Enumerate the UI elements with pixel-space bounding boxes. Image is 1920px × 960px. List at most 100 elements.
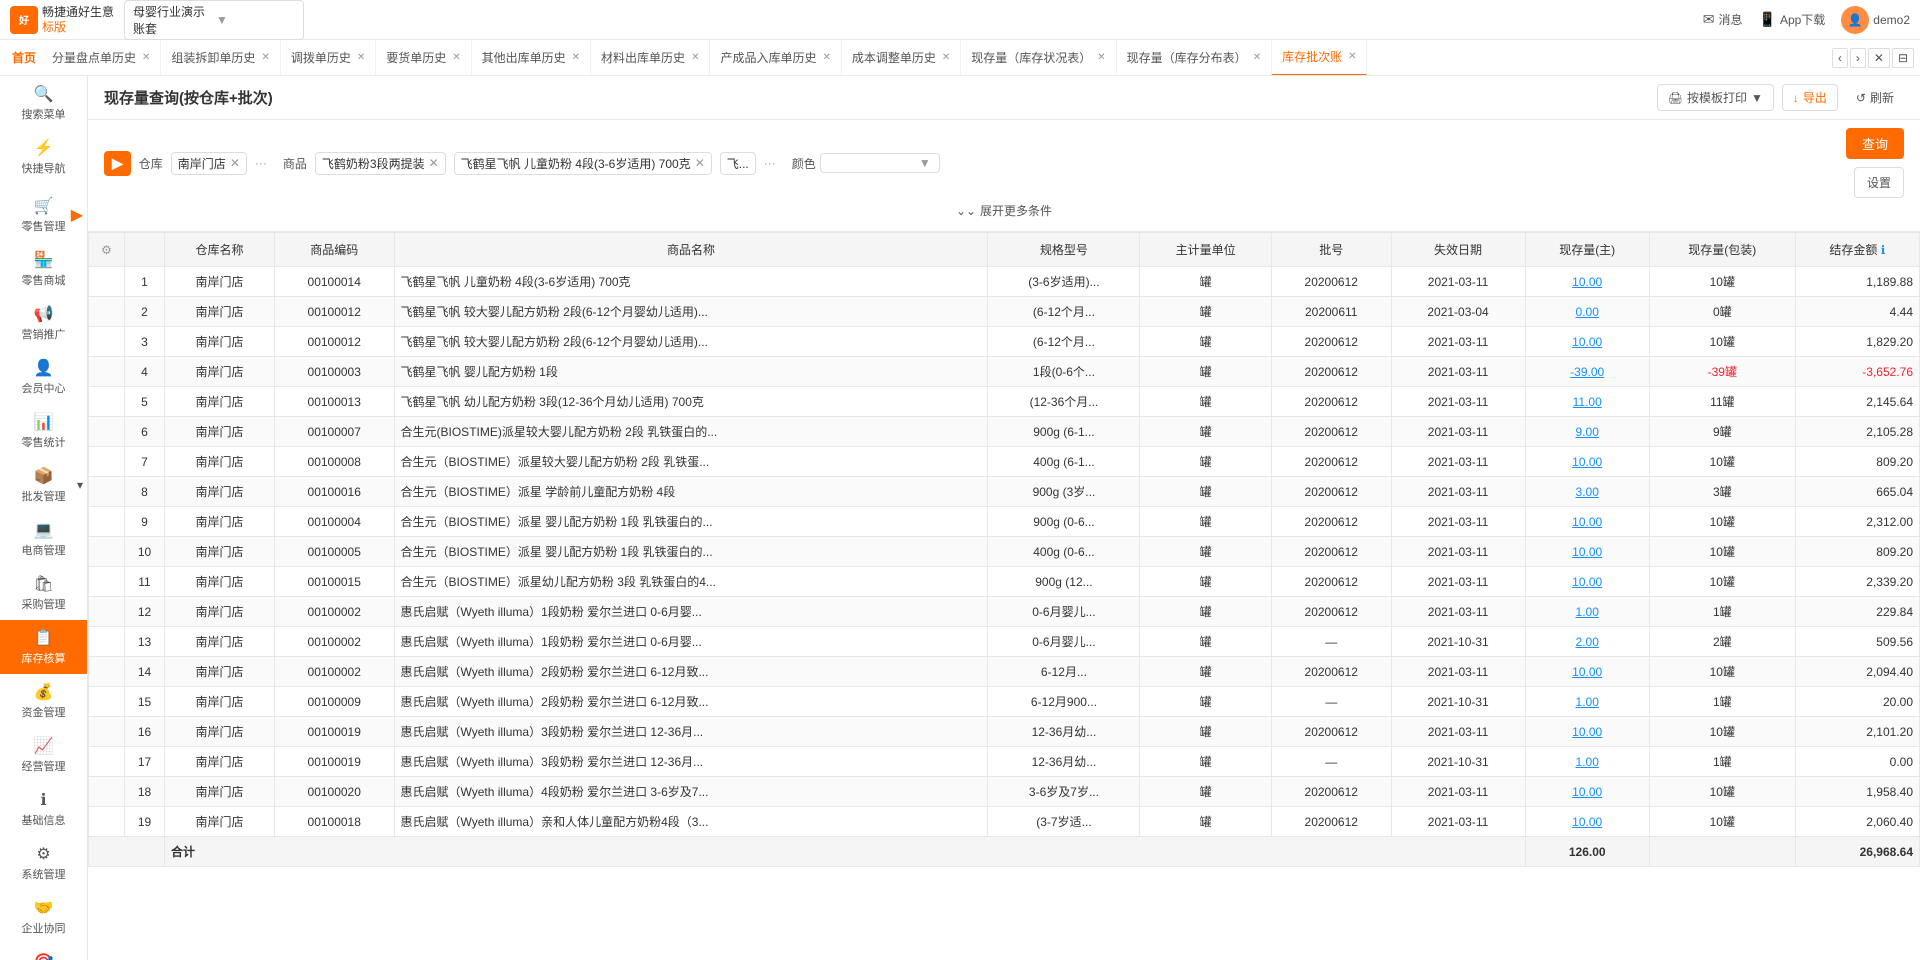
close-icon[interactable]: ✕ — [1097, 52, 1105, 63]
info-icon: ℹ — [40, 790, 46, 810]
tab-stock-dist[interactable]: 现存量（库存分布表）✕ — [1117, 40, 1272, 76]
color-filter: 颜色 ▼ — [792, 153, 940, 173]
footer-balance-total: 26,968.64 — [1795, 837, 1919, 867]
sidebar-item-guide[interactable]: 🎯 新手引导 — [0, 944, 87, 960]
tab-material-out[interactable]: 材料出库单历史✕ — [591, 40, 710, 76]
tab-product-in[interactable]: 产成品入库单历史✕ — [710, 40, 841, 76]
table-row: 2南岸门店00100012飞鹤星飞帆 较大婴儿配方奶粉 2段(6-12个月婴幼儿… — [89, 297, 1920, 327]
close-icon[interactable]: ✕ — [1348, 51, 1356, 62]
tab-yao-huo[interactable]: 要货单历史✕ — [376, 40, 471, 76]
th-no — [125, 233, 165, 267]
close-icon[interactable]: ✕ — [691, 52, 699, 63]
page-title: 现存量查询(按仓库+批次) — [104, 87, 273, 108]
export-icon: ↓ — [1793, 91, 1799, 105]
table-row: 19南岸门店00100018惠氏启赋（Wyeth illuma）亲和人体儿童配方… — [89, 807, 1920, 837]
message-icon: ✉ — [1703, 11, 1715, 28]
sidebar-item-shop[interactable]: 🏪 零售商城 — [0, 242, 87, 296]
remove-warehouse-icon[interactable]: ✕ — [230, 156, 240, 170]
sidebar-item-purchase[interactable]: 🛍 采购管理 — [0, 566, 87, 620]
sidebar-item-operations[interactable]: 📈 经营管理 — [0, 728, 87, 782]
sidebar-item-inventory[interactable]: 📋 库存核算 — [0, 620, 87, 674]
tab-right-arrow[interactable]: › — [1850, 48, 1866, 68]
close-icon[interactable]: ✕ — [261, 52, 269, 63]
app-download-button[interactable]: 📱 App下载 — [1759, 11, 1826, 28]
sidebar-item-member[interactable]: 👤 会员中心 — [0, 350, 87, 404]
close-icon[interactable]: ✕ — [942, 52, 950, 63]
print-button[interactable]: 🖨 按模板打印 ▼ — [1657, 84, 1774, 111]
tab-home[interactable]: 首页 — [6, 40, 42, 76]
footer-qty-total: 126.00 — [1525, 837, 1649, 867]
user-menu[interactable]: 👤 demo2 — [1841, 6, 1910, 34]
sidebar-item-collab[interactable]: 🤝 企业协同 — [0, 890, 87, 944]
color-dropdown[interactable]: ▼ — [820, 153, 940, 173]
settings-button[interactable]: 设置 — [1854, 167, 1904, 198]
tab-tiao-bo[interactable]: 调拨单历史✕ — [281, 40, 376, 76]
th-spec: 规格型号 — [988, 233, 1140, 267]
query-button[interactable]: 查询 — [1846, 128, 1904, 159]
remove-product1-icon[interactable]: ✕ — [429, 156, 439, 170]
close-icon[interactable]: ✕ — [452, 52, 460, 63]
data-table: ⚙ 仓库名称 商品编码 商品名称 规格型号 主计量单位 批号 失效日期 现存量(… — [88, 232, 1920, 867]
product-tag-2[interactable]: 飞鹤星飞帆 儿童奶粉 4段(3-6岁适用) 700克 ✕ — [454, 152, 712, 175]
close-icon[interactable]: ✕ — [822, 52, 830, 63]
ecom-icon: 💻 — [34, 520, 54, 540]
message-button[interactable]: ✉ 消息 — [1703, 11, 1743, 28]
content-area: 现存量查询(按仓库+批次) 🖨 按模板打印 ▼ ↓ 导出 ↺ 刷新 — [88, 76, 1920, 960]
warehouse-filter-label: 仓库 — [139, 155, 163, 172]
tab-left-arrow[interactable]: ‹ — [1832, 48, 1848, 68]
table-row: 15南岸门店00100009惠氏启赋（Wyeth illuma）2段奶粉 爱尔兰… — [89, 687, 1920, 717]
table-row: 10南岸门店00100005合生元（BIOSTIME）派星 婴儿配方奶粉 1段 … — [89, 537, 1920, 567]
table-row: 8南岸门店00100016合生元（BIOSTIME）派星 学龄前儿童配方奶粉 4… — [89, 477, 1920, 507]
close-icon[interactable]: ✕ — [142, 52, 150, 63]
table-footer-row: 合计 126.00 26,968.64 — [89, 837, 1920, 867]
chevron-down-icon: ▼ — [1751, 91, 1763, 105]
close-icon[interactable]: ✕ — [572, 52, 580, 63]
top-right: ✉ 消息 📱 App下载 👤 demo2 — [1703, 6, 1910, 34]
th-unit: 主计量单位 — [1140, 233, 1272, 267]
tab-fen-pan[interactable]: 分量盘点单历史✕ — [42, 40, 161, 76]
product-filter-ellipsis[interactable]: ··· — [764, 156, 776, 170]
filter-ellipsis[interactable]: ··· — [255, 156, 267, 170]
sidebar-item-wholesale[interactable]: 📦 批发管理 ▾ — [0, 458, 87, 512]
sidebar-item-search[interactable]: 🔍 搜索菜单 — [0, 76, 87, 130]
product-tag-more[interactable]: 飞... — [720, 152, 756, 175]
nav-tabs-row: 首页 分量盘点单历史✕ 组装拆卸单历史✕ 调拨单历史✕ 要货单历史✕ 其他出库单… — [0, 40, 1920, 76]
company-selector[interactable]: 母婴行业演示账套 ▼ — [124, 0, 304, 40]
warehouse-filter-tag[interactable]: 南岸门店 ✕ — [171, 152, 247, 175]
th-batch: 批号 — [1271, 233, 1391, 267]
tab-menu-btn[interactable]: ⊟ — [1892, 48, 1914, 68]
nav-icon: ⚡ — [34, 138, 54, 158]
filter-toggle-button[interactable]: ▶ — [104, 151, 131, 176]
table-body: 1南岸门店00100014飞鹤星飞帆 儿童奶粉 4段(3-6岁适用) 700克(… — [89, 267, 1920, 837]
sidebar-item-basic-info[interactable]: ℹ 基础信息 — [0, 782, 87, 836]
logo-icon: 好 — [10, 6, 38, 34]
sidebar-item-finance[interactable]: 💰 资金管理 — [0, 674, 87, 728]
export-button[interactable]: ↓ 导出 — [1782, 84, 1838, 111]
tab-other-out[interactable]: 其他出库单历史✕ — [472, 40, 591, 76]
th-settings[interactable]: ⚙ — [89, 233, 125, 267]
page-header: 现存量查询(按仓库+批次) 🖨 按模板打印 ▼ ↓ 导出 ↺ 刷新 — [88, 76, 1920, 120]
sidebar-item-system[interactable]: ⚙ 系统管理 — [0, 836, 87, 890]
sidebar-item-retail[interactable]: 🛒 零售管理 ▶ — [0, 188, 87, 242]
tab-close-btn[interactable]: ✕ — [1868, 48, 1890, 68]
settings-icon[interactable]: ⚙ — [101, 243, 112, 257]
close-icon[interactable]: ✕ — [357, 52, 365, 63]
table-header-row: ⚙ 仓库名称 商品编码 商品名称 规格型号 主计量单位 批号 失效日期 现存量(… — [89, 233, 1920, 267]
sidebar-item-ecom[interactable]: 💻 电商管理 — [0, 512, 87, 566]
tab-stock-batch[interactable]: 库存批次账✕ — [1272, 40, 1367, 76]
th-code: 商品编码 — [274, 233, 394, 267]
sidebar-item-nav[interactable]: ⚡ 快捷导航 — [0, 130, 87, 184]
tab-cost-adjust[interactable]: 成本调整单历史✕ — [842, 40, 961, 76]
tab-zu-zhuang[interactable]: 组装拆卸单历史✕ — [161, 40, 280, 76]
product-tag-1[interactable]: 飞鹤奶粉3段两提装 ✕ — [315, 152, 446, 175]
sidebar-item-marketing[interactable]: 📢 营销推广 — [0, 296, 87, 350]
page-actions: 🖨 按模板打印 ▼ ↓ 导出 ↺ 刷新 — [1657, 84, 1904, 111]
table-row: 4南岸门店00100003飞鹤星飞帆 婴儿配方奶粉 1段1段(0-6个...罐2… — [89, 357, 1920, 387]
close-icon[interactable]: ✕ — [1253, 52, 1261, 63]
expand-more-button[interactable]: ⌄⌄ 展开更多条件 — [104, 198, 1904, 223]
sidebar-item-retail-stats[interactable]: 📊 零售统计 — [0, 404, 87, 458]
remove-product2-icon[interactable]: ✕ — [695, 156, 705, 170]
tab-stock-status[interactable]: 现存量（库存状况表）✕ — [961, 40, 1116, 76]
refresh-button[interactable]: ↺ 刷新 — [1846, 85, 1904, 110]
filter-bar: ▶ 仓库 南岸门店 ✕ ··· 商品 飞鹤奶粉3段两提装 ✕ 飞鹤星飞帆 儿童奶… — [88, 120, 1920, 232]
